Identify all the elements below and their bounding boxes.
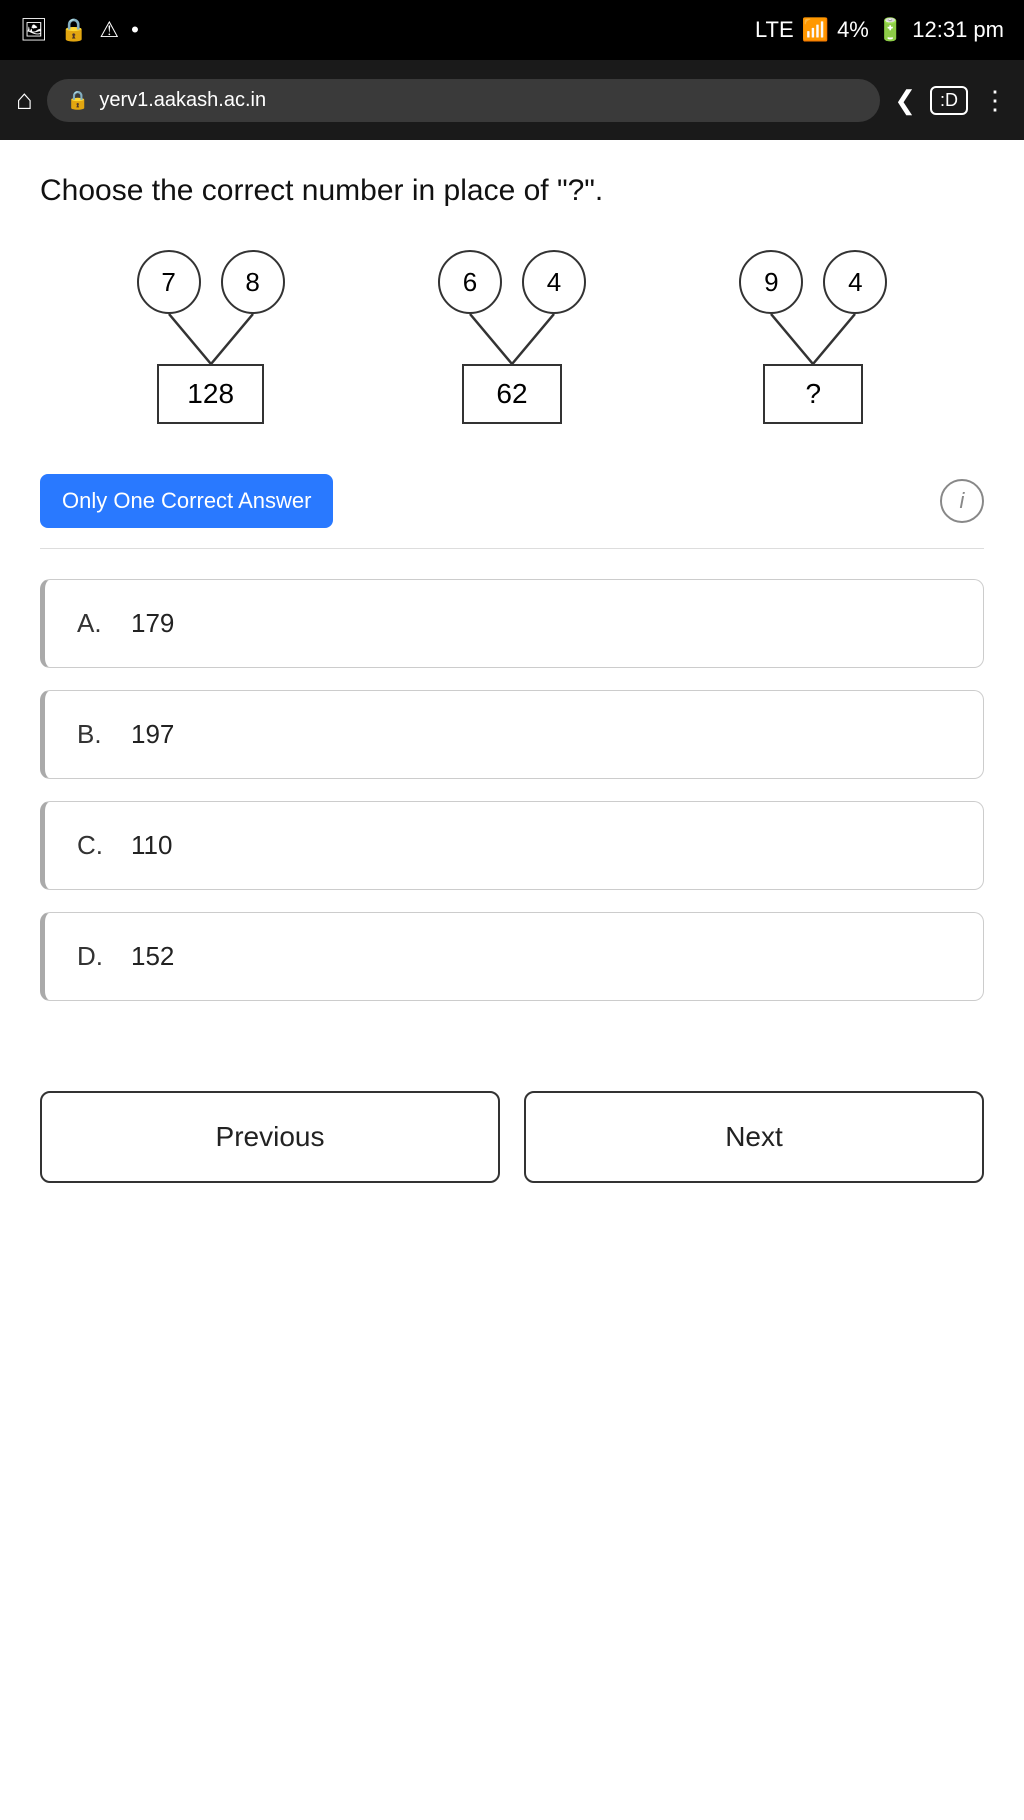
option-a[interactable]: A. 179: [40, 579, 984, 668]
more-icon[interactable]: ⋮: [982, 85, 1008, 116]
connector-2: [438, 314, 586, 364]
question-text: Choose the correct number in place of "?…: [40, 170, 984, 212]
circle-4b: 4: [823, 250, 887, 314]
signal-label: LTE: [755, 17, 794, 43]
status-bar: 🖼 🔒 ⚠ • LTE 📶 4% 🔋 12:31 pm: [0, 0, 1024, 60]
info-icon[interactable]: i: [940, 479, 984, 523]
option-c[interactable]: C. 110: [40, 801, 984, 890]
circles-row-1: 7 8: [137, 250, 285, 314]
answer-type-badge: Only One Correct Answer: [40, 474, 333, 528]
option-a-value: 179: [131, 608, 174, 639]
main-content: Choose the correct number in place of "?…: [0, 140, 1024, 1031]
battery-icon: 🔋: [877, 17, 904, 43]
home-button[interactable]: ⌂: [16, 84, 33, 116]
warning-icon: ⚠: [99, 17, 119, 43]
circle-4a: 4: [522, 250, 586, 314]
option-c-label: C.: [77, 830, 107, 861]
answer-type-row: Only One Correct Answer i: [40, 474, 984, 528]
circles-row-3: 9 4: [739, 250, 887, 314]
browser-actions: ❮ :D ⋮: [894, 85, 1008, 116]
diagram: 7 8 128 6: [40, 240, 984, 434]
result-question: ?: [763, 364, 863, 424]
option-d-value: 152: [131, 941, 174, 972]
option-d-label: D.: [77, 941, 107, 972]
option-b-value: 197: [131, 719, 174, 750]
options-list: A. 179 B. 197 C. 110 D. 152: [40, 579, 984, 1001]
status-icons: 🖼 🔒 ⚠ •: [20, 17, 139, 43]
option-a-label: A.: [77, 608, 107, 639]
circles-row-2: 6 4: [438, 250, 586, 314]
circle-7: 7: [137, 250, 201, 314]
dot-icon: •: [131, 17, 139, 43]
connector-3: [739, 314, 887, 364]
url-text: yerv1.aakash.ac.in: [99, 89, 266, 112]
divider: [40, 548, 984, 549]
tree-group-2: 6 4 62: [438, 250, 586, 424]
tree-group-3: 9 4 ?: [739, 250, 887, 424]
result-62: 62: [462, 364, 562, 424]
next-button[interactable]: Next: [524, 1091, 984, 1183]
option-b-label: B.: [77, 719, 107, 750]
circle-6: 6: [438, 250, 502, 314]
option-b[interactable]: B. 197: [40, 690, 984, 779]
lock-status-icon: 🔒: [60, 17, 87, 43]
circle-8: 8: [221, 250, 285, 314]
share-icon[interactable]: ❮: [894, 85, 916, 116]
signal-bars-icon: 📶: [802, 17, 829, 43]
battery-label: 4%: [837, 17, 869, 43]
time-label: 12:31 pm: [912, 17, 1004, 43]
url-bar[interactable]: 🔒 yerv1.aakash.ac.in: [47, 79, 880, 122]
option-c-value: 110: [131, 830, 172, 861]
previous-button[interactable]: Previous: [40, 1091, 500, 1183]
bottom-nav: Previous Next: [0, 1061, 1024, 1223]
browser-bar: ⌂ 🔒 yerv1.aakash.ac.in ❮ :D ⋮: [0, 60, 1024, 140]
tree-group-1: 7 8 128: [137, 250, 285, 424]
lock-icon: 🔒: [67, 90, 89, 111]
d-button[interactable]: :D: [930, 86, 968, 115]
image-icon: 🖼: [20, 17, 48, 43]
option-d[interactable]: D. 152: [40, 912, 984, 1001]
result-128: 128: [157, 364, 264, 424]
connector-1: [137, 314, 285, 364]
circle-9: 9: [739, 250, 803, 314]
status-right: LTE 📶 4% 🔋 12:31 pm: [755, 17, 1004, 43]
